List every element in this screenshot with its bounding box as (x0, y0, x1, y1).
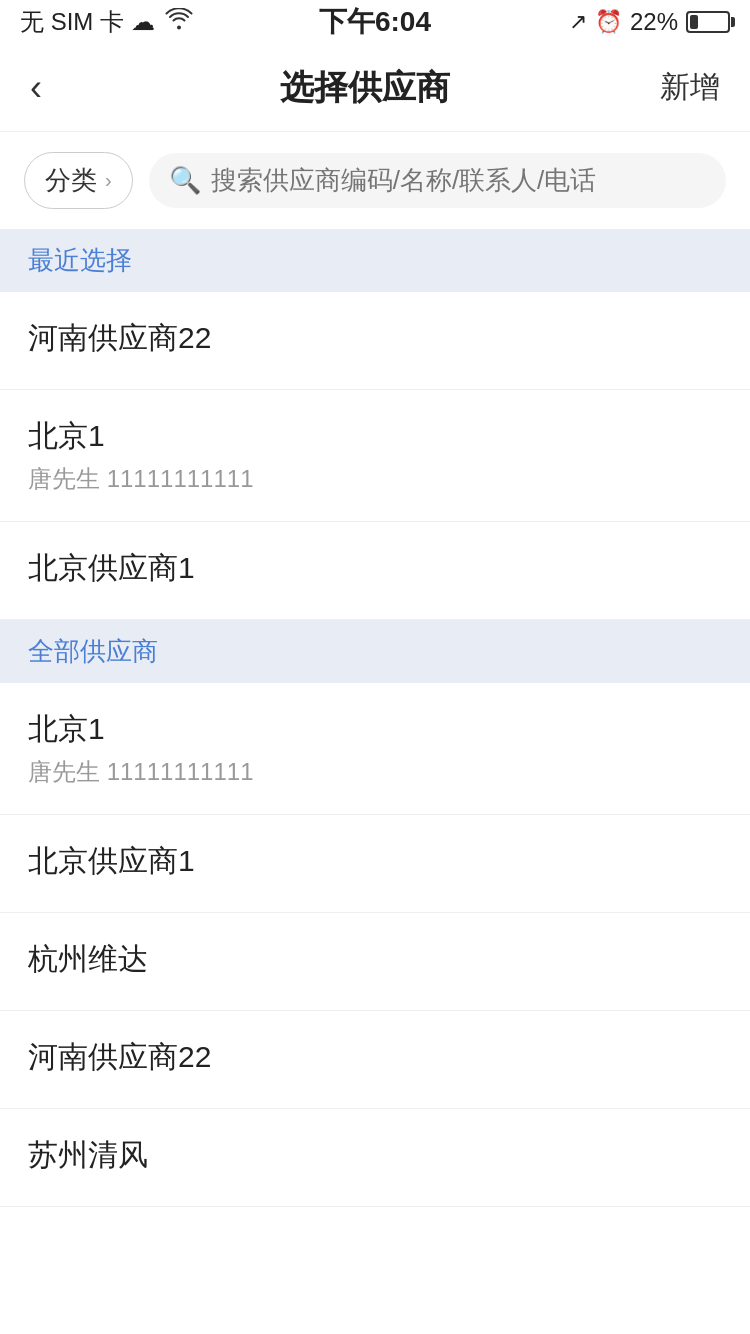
battery-percent: 22% (630, 8, 678, 36)
nav-bar: ‹ 选择供应商 新增 (0, 44, 750, 132)
item-name: 北京供应商1 (28, 841, 722, 882)
chevron-right-icon: › (105, 169, 112, 192)
status-bar: 无 SIM 卡 ☁ 下午6:04 ↗ ⏰ 22% (0, 0, 750, 44)
all-section-label: 全部供应商 (28, 636, 158, 666)
list-item[interactable]: 杭州维达 (0, 913, 750, 1011)
all-section-header: 全部供应商 (0, 620, 750, 683)
search-icon: 🔍 (169, 165, 201, 196)
item-name: 河南供应商22 (28, 1037, 722, 1078)
list-item[interactable]: 北京1 唐先生 11111111111 (0, 683, 750, 815)
item-sub: 唐先生 11111111111 (28, 756, 722, 788)
item-name: 苏州清风 (28, 1135, 722, 1176)
category-filter-button[interactable]: 分类 › (24, 152, 133, 209)
list-item[interactable]: 北京供应商1 (0, 522, 750, 620)
recent-items-list: 河南供应商22 北京1 唐先生 11111111111 北京供应商1 (0, 292, 750, 620)
recent-section-label: 最近选择 (28, 245, 132, 275)
status-bar-right: ↗ ⏰ 22% (569, 8, 730, 36)
item-sub: 唐先生 11111111111 (28, 463, 722, 495)
search-bar[interactable]: 🔍 (149, 153, 726, 208)
wifi-icon (165, 8, 193, 36)
item-name: 杭州维达 (28, 939, 722, 980)
recent-section-header: 最近选择 (0, 229, 750, 292)
list-item[interactable]: 北京供应商1 (0, 815, 750, 913)
battery-icon (686, 11, 730, 33)
back-button[interactable]: ‹ (30, 67, 90, 109)
item-name: 北京1 (28, 709, 722, 750)
list-item[interactable]: 苏州清风 (0, 1109, 750, 1207)
all-items-list: 北京1 唐先生 11111111111 北京供应商1 杭州维达 河南供应商22 … (0, 683, 750, 1207)
list-item[interactable]: 河南供应商22 (0, 292, 750, 390)
alarm-icon: ⏰ (595, 9, 622, 35)
add-button[interactable]: 新增 (640, 67, 720, 108)
search-input[interactable] (211, 165, 706, 196)
item-name: 北京1 (28, 416, 722, 457)
status-bar-time: 下午6:04 (319, 3, 431, 41)
page-title: 选择供应商 (280, 65, 450, 111)
sim-status: 无 SIM 卡 ☁ (20, 6, 155, 38)
category-label: 分类 (45, 163, 97, 198)
filter-bar: 分类 › 🔍 (0, 132, 750, 229)
item-name: 北京供应商1 (28, 548, 722, 589)
location-icon: ↗ (569, 9, 587, 35)
list-item[interactable]: 北京1 唐先生 11111111111 (0, 390, 750, 522)
item-name: 河南供应商22 (28, 318, 722, 359)
list-item[interactable]: 河南供应商22 (0, 1011, 750, 1109)
status-bar-left: 无 SIM 卡 ☁ (20, 6, 193, 38)
